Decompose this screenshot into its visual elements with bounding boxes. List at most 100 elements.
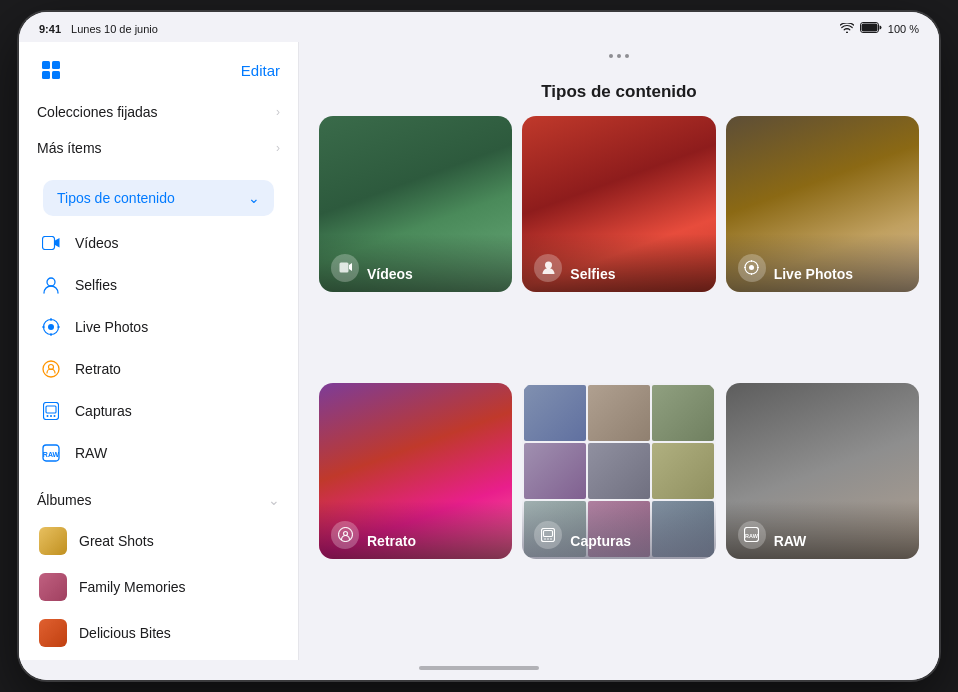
chevron-down-icon: ⌄ xyxy=(248,190,260,206)
svg-rect-3 xyxy=(52,61,60,69)
great-shots-thumb xyxy=(39,527,67,555)
svg-rect-17 xyxy=(46,406,56,413)
pinned-label: Colecciones fijadas xyxy=(37,104,158,120)
svg-point-7 xyxy=(47,278,55,286)
content-types-header[interactable]: Tipos de contenido ⌄ xyxy=(43,180,274,216)
bottom-bar xyxy=(19,660,939,680)
main-panel-title: Tipos de contenido xyxy=(299,82,939,102)
battery-percent: 100 % xyxy=(888,23,919,35)
svg-rect-5 xyxy=(52,71,60,79)
sidebar-item-capturas[interactable]: Capturas xyxy=(19,390,298,432)
app-container: Editar Colecciones fijadas › Más ítems › xyxy=(19,42,939,660)
retrato-label: Retrato xyxy=(75,361,121,377)
svg-point-35 xyxy=(545,538,547,540)
grid-cell-retrato[interactable]: Retrato xyxy=(319,383,512,559)
pinned-section: Colecciones fijadas › Más ítems › xyxy=(19,94,298,166)
grid-raw-label: RAW xyxy=(774,533,807,549)
status-time: 9:41 xyxy=(39,23,61,35)
raw-label: RAW xyxy=(75,445,107,461)
edit-button[interactable]: Editar xyxy=(241,62,280,79)
grid-cell-raw[interactable]: RAW RAW xyxy=(726,383,919,559)
status-right: 100 % xyxy=(840,22,919,36)
svg-point-32 xyxy=(343,532,347,536)
sidebar-item-great-shots[interactable]: Great Shots xyxy=(19,518,298,564)
selfies-label: Selfies xyxy=(75,277,117,293)
sidebar-item-livephotos[interactable]: Live Photos xyxy=(19,306,298,348)
delicious-bites-label: Delicious Bites xyxy=(79,625,171,641)
grid-cell-videos[interactable]: Vídeos xyxy=(319,116,512,292)
svg-rect-1 xyxy=(861,24,877,32)
sidebar-item-pinned[interactable]: Colecciones fijadas › xyxy=(19,94,298,130)
albums-list: Great Shots Family Memories Delicious Bi… xyxy=(19,518,298,660)
albums-label: Álbumes xyxy=(37,492,91,508)
grid-selfies-label: Selfies xyxy=(570,266,615,282)
albums-chevron-down-icon: ⌄ xyxy=(268,492,280,508)
ipad-frame: 9:41 Lunes 10 de junio 100 % xyxy=(19,12,939,680)
grid-cell-selfies[interactable]: Selfies xyxy=(522,116,715,292)
svg-rect-2 xyxy=(42,61,50,69)
status-date: Lunes 10 de junio xyxy=(71,23,158,35)
svg-point-37 xyxy=(551,538,553,540)
svg-text:RAW: RAW xyxy=(745,533,759,539)
grid-video-icon xyxy=(331,254,359,282)
grid-cell-retrato-overlay: Retrato xyxy=(319,501,512,559)
content-types-header-wrapper: Tipos de contenido ⌄ xyxy=(19,174,298,222)
svg-rect-6 xyxy=(43,237,55,250)
svg-point-24 xyxy=(545,262,552,269)
grid-cell-capturas[interactable]: Capturas xyxy=(522,383,715,559)
svg-point-8 xyxy=(48,324,54,330)
portrait-icon xyxy=(39,357,63,381)
chevron-right-icon-2: › xyxy=(276,141,280,155)
sidebar-item-delicious-bites[interactable]: Delicious Bites xyxy=(19,610,298,656)
grid-cell-livephotos-overlay: Live Photos xyxy=(726,234,919,292)
delicious-bites-thumb xyxy=(39,619,67,647)
content-types-label: Tipos de contenido xyxy=(57,190,175,206)
grid-videos-label: Vídeos xyxy=(367,266,413,282)
sidebar-header: Editar xyxy=(19,42,298,94)
main-top-bar xyxy=(299,42,939,54)
sidebar-toggle-icon[interactable] xyxy=(37,56,65,84)
sidebar-item-more[interactable]: Más ítems › xyxy=(19,130,298,166)
grid-cell-raw-overlay: RAW RAW xyxy=(726,501,919,559)
svg-point-18 xyxy=(47,415,49,417)
content-grid: Vídeos Selfies xyxy=(299,116,939,660)
grid-capturas-icon xyxy=(534,521,562,549)
svg-point-36 xyxy=(548,538,550,540)
svg-point-19 xyxy=(50,415,52,417)
family-memories-thumb xyxy=(39,573,67,601)
sidebar-item-videos[interactable]: Vídeos xyxy=(19,222,298,264)
svg-point-31 xyxy=(338,528,352,542)
svg-point-20 xyxy=(54,415,56,417)
grid-cell-videos-overlay: Vídeos xyxy=(319,234,512,292)
svg-rect-4 xyxy=(42,71,50,79)
status-bar: 9:41 Lunes 10 de junio 100 % xyxy=(19,12,939,42)
grid-capturas-label: Capturas xyxy=(570,533,631,549)
grid-cell-livephotos[interactable]: Live Photos xyxy=(726,116,919,292)
svg-rect-34 xyxy=(544,530,553,536)
grid-livephotos-icon xyxy=(738,254,766,282)
albums-header[interactable]: Álbumes ⌄ xyxy=(19,482,298,518)
family-memories-label: Family Memories xyxy=(79,579,186,595)
video-icon xyxy=(39,231,63,255)
svg-text:RAW: RAW xyxy=(43,451,60,458)
videos-label: Vídeos xyxy=(75,235,119,251)
sidebar-item-family-memories[interactable]: Family Memories xyxy=(19,564,298,610)
three-dots xyxy=(609,54,629,58)
selfies-icon xyxy=(39,273,63,297)
grid-cell-selfies-overlay: Selfies xyxy=(522,234,715,292)
sidebar-item-selfies[interactable]: Selfies xyxy=(19,264,298,306)
wifi-icon xyxy=(840,22,854,36)
raw-icon: RAW xyxy=(39,441,63,465)
chevron-right-icon: › xyxy=(276,105,280,119)
screenshot-icon xyxy=(39,399,63,423)
status-left: 9:41 Lunes 10 de junio xyxy=(39,23,158,35)
grid-raw-icon: RAW xyxy=(738,521,766,549)
grid-cell-capturas-overlay: Capturas xyxy=(522,501,715,559)
sidebar-item-raw[interactable]: RAW RAW xyxy=(19,432,298,474)
main-panel: Tipos de contenido Vídeos xyxy=(299,42,939,660)
more-label: Más ítems xyxy=(37,140,102,156)
great-shots-label: Great Shots xyxy=(79,533,154,549)
sidebar-item-retrato[interactable]: Retrato xyxy=(19,348,298,390)
grid-retrato-label: Retrato xyxy=(367,533,416,549)
livephotos-label: Live Photos xyxy=(75,319,148,335)
